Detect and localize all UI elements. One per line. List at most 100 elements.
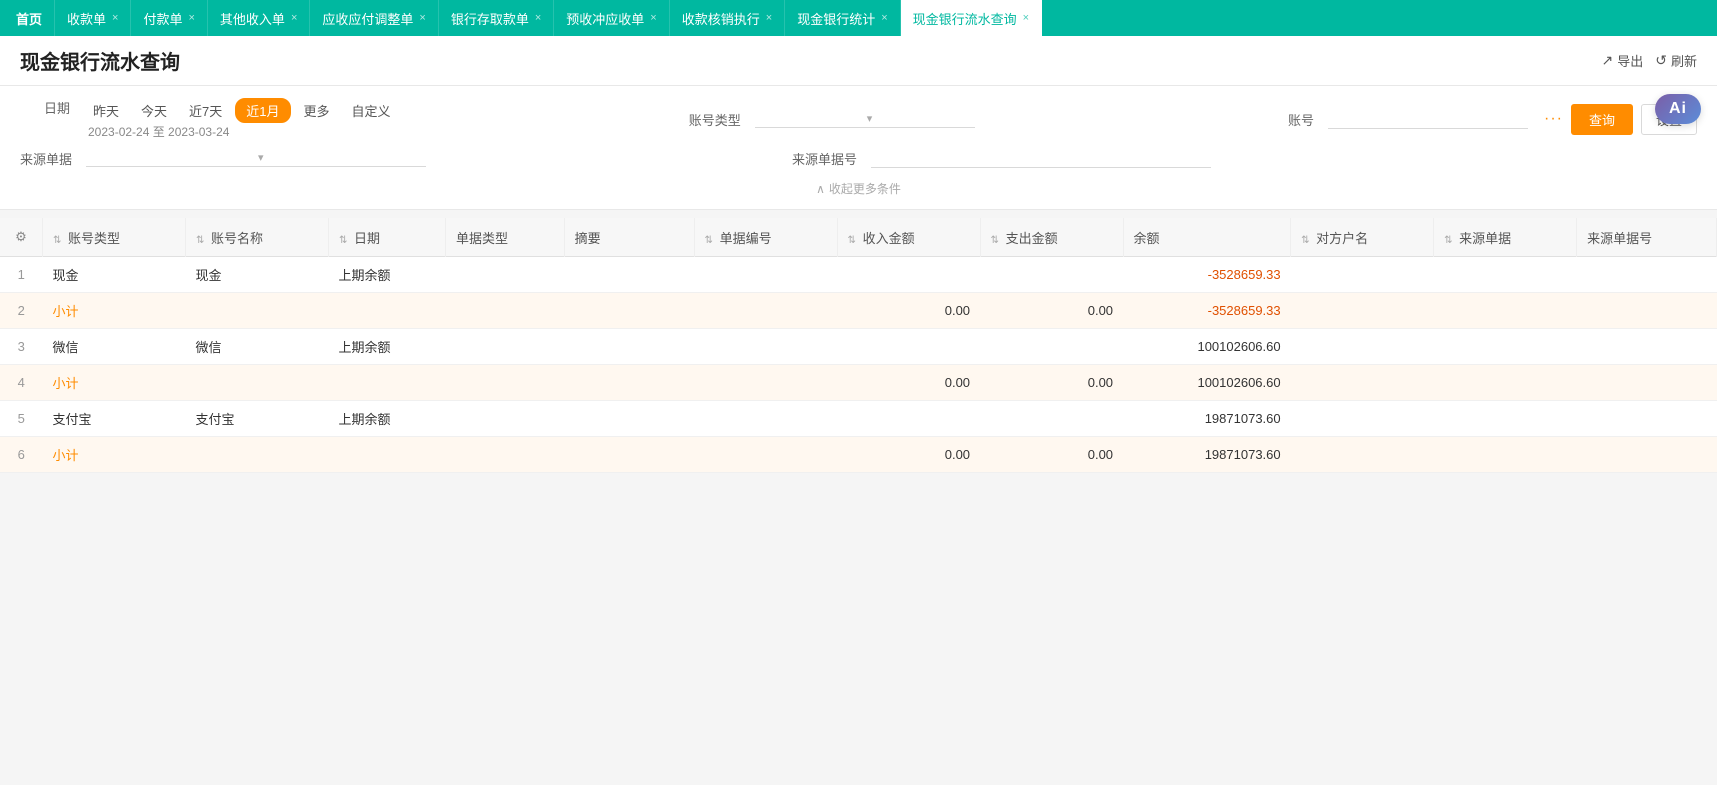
row-income-2: [837, 329, 980, 365]
row-date-1: [329, 293, 446, 329]
nav-payment[interactable]: 付款单 ×: [131, 0, 207, 36]
col-expense: ⇅ 支出金额: [980, 218, 1123, 257]
account-type-arrow-icon: ▾: [867, 112, 967, 125]
row-num-2: 3: [0, 329, 43, 365]
row-doc-type-0: [445, 257, 564, 293]
close-receipt-icon[interactable]: ×: [112, 12, 118, 24]
source-doc-arrow-icon: ▾: [258, 151, 418, 164]
date-btn-7days[interactable]: 近7天: [180, 98, 231, 123]
row-source-doc-1: [1434, 293, 1577, 329]
row-counterparty-4: [1291, 401, 1434, 437]
nav-home[interactable]: 首页: [4, 0, 55, 36]
row-doc-type-2: [445, 329, 564, 365]
row-account-name-2: 微信: [186, 329, 329, 365]
date-btn-today[interactable]: 今天: [132, 98, 176, 123]
row-counterparty-2: [1291, 329, 1434, 365]
sort-source-doc-icon[interactable]: ⇅: [1444, 235, 1452, 246]
row-source-doc-no-1: [1577, 293, 1717, 329]
date-btn-1month[interactable]: 近1月: [235, 98, 290, 123]
col-account-type: ⇅ 账号类型: [43, 218, 186, 257]
gear-settings-icon[interactable]: ⚙: [10, 226, 32, 248]
row-expense-2: [980, 329, 1123, 365]
sort-doc-no-icon[interactable]: ⇅: [705, 235, 713, 246]
close-payment-icon[interactable]: ×: [188, 12, 194, 24]
nav-bank-deposit[interactable]: 银行存取款单 ×: [439, 0, 554, 36]
row-expense-1: 0.00: [980, 293, 1123, 329]
nav-cash-bank-stat[interactable]: 现金银行统计 ×: [785, 0, 900, 36]
date-btn-custom[interactable]: 自定义: [343, 98, 400, 123]
close-other-income-icon[interactable]: ×: [291, 12, 297, 24]
table-header-row: ⚙ ⇅ 账号类型 ⇅ 账号名称 ⇅ 日期 单据类型 摘要: [0, 218, 1717, 257]
source-doc-no-filter: 来源单据号: [792, 148, 1211, 168]
account-ellipsis-icon[interactable]: ···: [1544, 110, 1563, 128]
nav-cash-bank-query[interactable]: 现金银行流水查询 ×: [901, 0, 1042, 36]
close-receipt-verify-icon[interactable]: ×: [766, 12, 772, 24]
col-income: ⇅ 收入金额: [837, 218, 980, 257]
row-income-5: 0.00: [837, 437, 980, 473]
row-num-3: 4: [0, 365, 43, 401]
row-account-type-0: 现金: [43, 257, 186, 293]
sort-date-icon[interactable]: ⇅: [339, 235, 347, 246]
row-source-doc-no-0: [1577, 257, 1717, 293]
col-summary: 摘要: [564, 218, 694, 257]
nav-prepay-offset[interactable]: 预收冲应收单 ×: [554, 0, 669, 36]
source-doc-no-input[interactable]: [871, 148, 1211, 168]
close-ar-ap-icon[interactable]: ×: [419, 12, 425, 24]
table-container: ⚙ ⇅ 账号类型 ⇅ 账号名称 ⇅ 日期 单据类型 摘要: [0, 218, 1717, 473]
row-source-doc-3: [1434, 365, 1577, 401]
row-source-doc-no-4: [1577, 401, 1717, 437]
refresh-button[interactable]: ↺ 刷新: [1655, 51, 1697, 70]
date-btn-yesterday[interactable]: 昨天: [84, 98, 128, 123]
row-account-type-5: 小计: [43, 437, 186, 473]
nav-receipt[interactable]: 收款单 ×: [55, 0, 131, 36]
sort-account-name-icon[interactable]: ⇅: [196, 235, 204, 246]
row-doc-type-1: [445, 293, 564, 329]
row-num-5: 6: [0, 437, 43, 473]
account-type-select[interactable]: ▾: [755, 110, 975, 128]
row-balance-2: 100102606.60: [1123, 329, 1291, 365]
nav-other-income[interactable]: 其他收入单 ×: [208, 0, 310, 36]
row-account-name-0: 现金: [186, 257, 329, 293]
collapse-bar[interactable]: ∧ 收起更多条件: [20, 176, 1697, 201]
sort-income-icon[interactable]: ⇅: [848, 235, 856, 246]
row-account-name-1: [186, 293, 329, 329]
row-balance-0: -3528659.33: [1123, 257, 1291, 293]
sort-account-type-icon[interactable]: ⇅: [53, 235, 61, 246]
row-num-4: 5: [0, 401, 43, 437]
sort-counterparty-icon[interactable]: ⇅: [1301, 235, 1309, 246]
row-doc-no-2: [694, 329, 837, 365]
export-button[interactable]: ↗ 导出: [1602, 51, 1644, 70]
row-source-doc-no-2: [1577, 329, 1717, 365]
date-shortcuts-container: 昨天 今天 近7天 近1月 更多 自定义 2023-02-24 至 2023-0…: [84, 98, 400, 140]
date-filter-group: 日期 昨天 今天 近7天 近1月 更多 自定义 2023-02-24 至 202…: [20, 98, 400, 140]
account-input[interactable]: [1328, 109, 1528, 129]
row-doc-no-0: [694, 257, 837, 293]
row-counterparty-0: [1291, 257, 1434, 293]
close-cash-stat-icon[interactable]: ×: [881, 12, 887, 24]
row-account-type-1: 小计: [43, 293, 186, 329]
query-button[interactable]: 查询: [1571, 104, 1633, 135]
row-summary-0: [564, 257, 694, 293]
col-source-doc-no: 来源单据号: [1577, 218, 1717, 257]
row-date-0: 上期余额: [329, 257, 446, 293]
row-account-name-4: 支付宝: [186, 401, 329, 437]
table-body: 1 现金 现金 上期余额 -3528659.33 2 小计 0.00 0.00 …: [0, 257, 1717, 473]
row-date-3: [329, 365, 446, 401]
close-bank-deposit-icon[interactable]: ×: [535, 12, 541, 24]
row-source-doc-4: [1434, 401, 1577, 437]
col-gear: ⚙: [0, 218, 43, 257]
col-date: ⇅ 日期: [329, 218, 446, 257]
row-doc-type-3: [445, 365, 564, 401]
row-account-name-5: [186, 437, 329, 473]
source-doc-filter: 来源单据 ▾: [20, 149, 426, 168]
date-btn-more[interactable]: 更多: [295, 98, 339, 123]
sort-expense-icon[interactable]: ⇅: [991, 235, 999, 246]
nav-ar-ap-adjust[interactable]: 应收应付调整单 ×: [310, 0, 438, 36]
ai-assistant-badge[interactable]: Ai: [1655, 94, 1701, 124]
row-account-name-3: [186, 365, 329, 401]
nav-receipt-verify[interactable]: 收款核销执行 ×: [670, 0, 785, 36]
close-cash-query-icon[interactable]: ×: [1023, 12, 1029, 24]
source-doc-select[interactable]: ▾: [86, 149, 426, 167]
row-counterparty-3: [1291, 365, 1434, 401]
close-prepay-icon[interactable]: ×: [650, 12, 656, 24]
